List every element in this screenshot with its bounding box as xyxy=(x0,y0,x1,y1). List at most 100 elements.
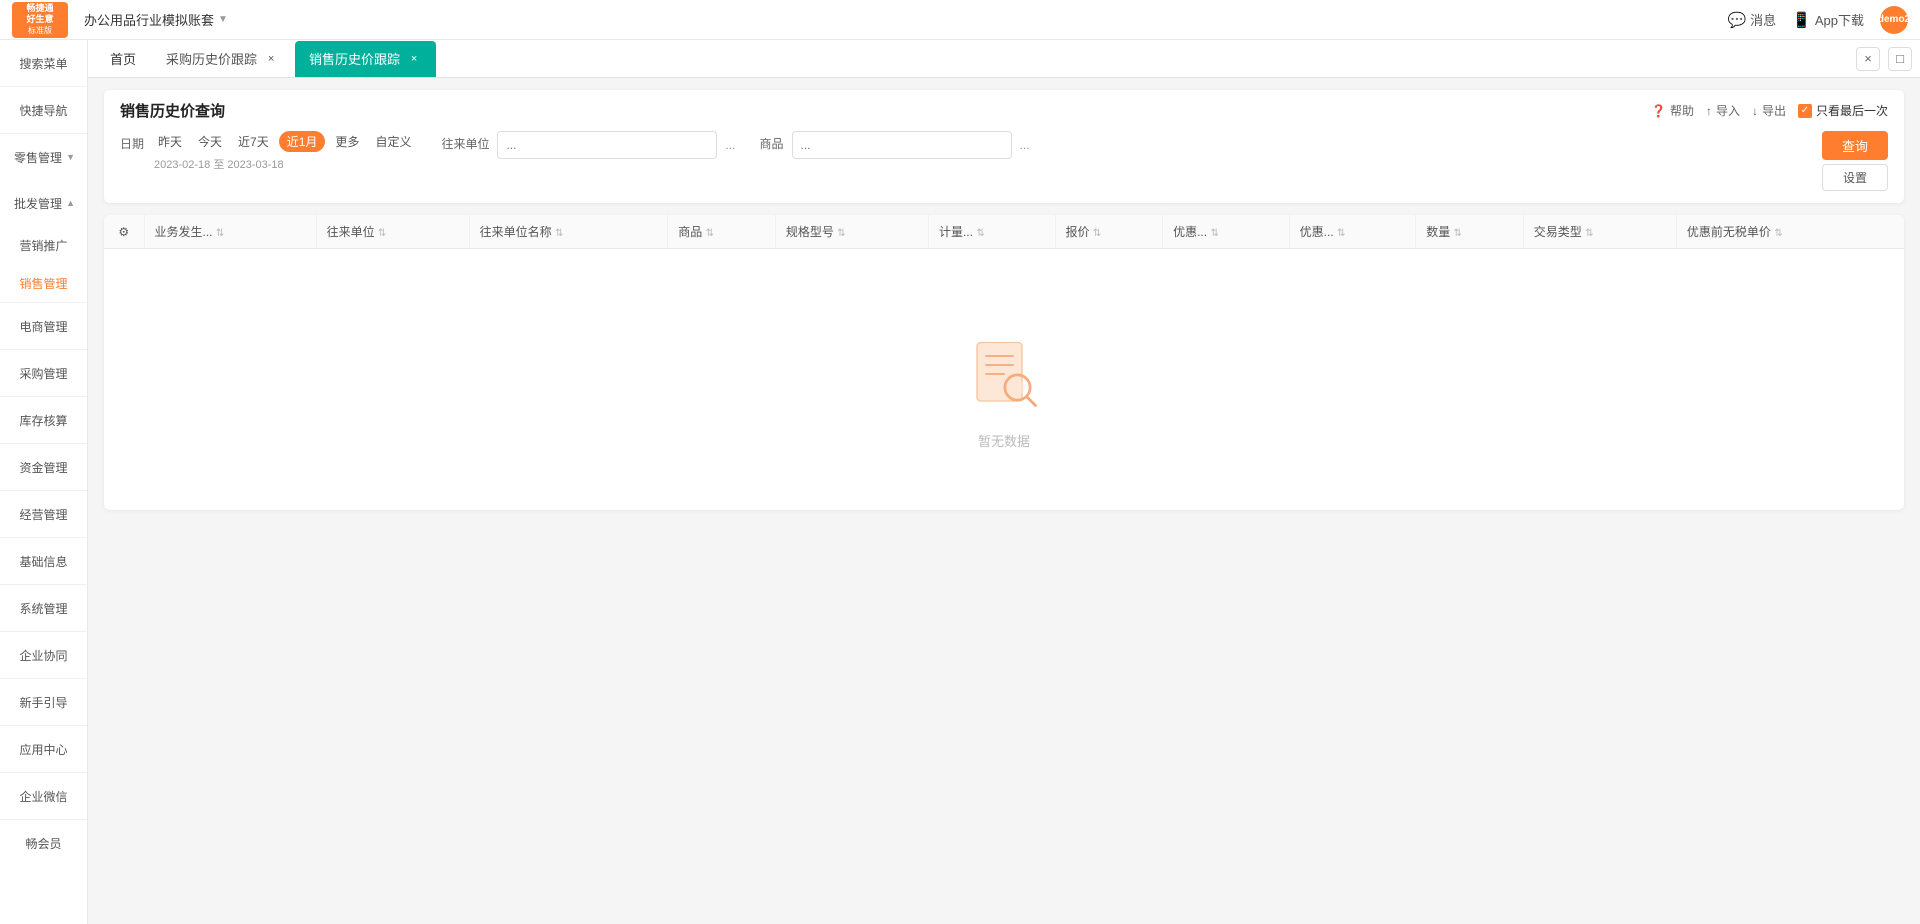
sidebar-item-basic-info[interactable]: 基础信息 xyxy=(0,538,87,584)
account-dropdown[interactable]: 办公用品行业模拟账套 ▼ xyxy=(76,6,236,33)
sort-icon-partner-code: ⇅ xyxy=(378,228,386,239)
sidebar-item-retail-mgmt[interactable]: 零售管理 ▼ xyxy=(0,134,87,180)
empty-state-row: 暂无数据 xyxy=(104,249,1904,511)
th-partner-code[interactable]: 往来单位 ⇅ xyxy=(316,215,469,249)
sidebar-item-system-mgmt[interactable]: 系统管理 xyxy=(0,585,87,631)
date-btn-1month[interactable]: 近1月 xyxy=(279,131,326,152)
sidebar-item-operations[interactable]: 经营管理 xyxy=(0,491,87,537)
only-last-checkbox[interactable]: ✓ 只看最后一次 xyxy=(1798,102,1888,119)
th-unit-label: 计量... xyxy=(939,225,973,239)
th-transaction-type[interactable]: 交易类型 ⇅ xyxy=(1523,215,1676,249)
sort-icon-transaction-type: ⇅ xyxy=(1585,228,1593,239)
th-unit[interactable]: 计量... ⇅ xyxy=(928,215,1055,249)
product-label: 商品 xyxy=(759,131,783,152)
window-maximize-button[interactable]: □ xyxy=(1888,47,1912,71)
account-name: 办公用品行业模拟账套 xyxy=(84,10,214,29)
sidebar-item-sales-mgmt[interactable]: 销售管理 xyxy=(0,264,87,302)
user-profile[interactable]: demo2 xyxy=(1880,6,1908,34)
sidebar-item-quick-nav[interactable]: 快捷导航 xyxy=(0,87,87,133)
query-button[interactable]: 查询 xyxy=(1822,131,1888,160)
th-settings[interactable]: ⚙ xyxy=(104,215,144,249)
sidebar-item-enterprise-wechat[interactable]: 企业微信 xyxy=(0,773,87,819)
th-pre-tax-price[interactable]: 优惠前无税单价 ⇅ xyxy=(1676,215,1904,249)
setting-button[interactable]: 设置 xyxy=(1822,164,1888,191)
inventory-label: 库存核算 xyxy=(19,412,67,429)
tab-sales-history[interactable]: 销售历史价跟踪 × xyxy=(295,41,436,77)
settings-icon: ⚙ xyxy=(118,225,129,239)
export-icon: ↓ xyxy=(1752,104,1758,118)
th-spec[interactable]: 规格型号 ⇅ xyxy=(775,215,928,249)
top-bar-actions: 💬 消息 📱 App下载 demo2 xyxy=(1727,6,1908,34)
th-discount-rate[interactable]: 优惠... ⇅ xyxy=(1163,215,1290,249)
tab-purchase-history-label: 采购历史价跟踪 xyxy=(166,49,257,68)
app-logo: 畅捷通 好生意 标准版 xyxy=(12,2,68,38)
sidebar-item-app-center[interactable]: 应用中心 xyxy=(0,726,87,772)
app-center-label: 应用中心 xyxy=(19,741,67,758)
empty-state: 暂无数据 xyxy=(104,249,1904,510)
th-transaction-type-label: 交易类型 xyxy=(1534,225,1582,239)
tab-sales-history-close[interactable]: × xyxy=(406,51,422,67)
sidebar-item-inventory[interactable]: 库存核算 xyxy=(0,397,87,443)
th-quantity[interactable]: 数量 ⇅ xyxy=(1416,215,1524,249)
sidebar-item-marketing[interactable]: 营销推广 xyxy=(0,226,87,264)
th-partner-name-label: 往来单位名称 xyxy=(480,225,552,239)
th-discount-amount[interactable]: 优惠... ⇅ xyxy=(1289,215,1416,249)
date-shortcuts: 昨天 今天 近7天 近1月 更多 自定义 xyxy=(152,131,417,152)
partner-input[interactable] xyxy=(497,131,717,159)
date-btn-more[interactable]: 更多 xyxy=(329,131,365,152)
th-business-date-label: 业务发生... xyxy=(155,225,213,239)
marketing-label: 营销推广 xyxy=(19,237,67,254)
window-close-button[interactable]: × xyxy=(1856,47,1880,71)
message-button[interactable]: 💬 消息 xyxy=(1727,10,1776,29)
import-button[interactable]: ↑ 导入 xyxy=(1706,102,1740,119)
tab-purchase-history[interactable]: 采购历史价跟踪 × xyxy=(152,41,293,77)
filter-row: 日期 昨天 今天 近7天 近1月 更多 自定义 2023-02-18 至 202… xyxy=(104,121,1904,203)
retail-mgmt-arrow: ▼ xyxy=(66,152,75,162)
help-button[interactable]: ❓ 帮助 xyxy=(1651,102,1694,119)
basic-info-label: 基础信息 xyxy=(19,553,67,570)
sidebar-item-search-menu[interactable]: 搜索菜单 xyxy=(0,40,87,86)
date-btn-custom[interactable]: 自定义 xyxy=(369,131,417,152)
enterprise-collab-label: 企业协同 xyxy=(19,647,67,664)
partner-more-icon: ... xyxy=(725,138,735,152)
th-product[interactable]: 商品 ⇅ xyxy=(668,215,776,249)
date-btn-today[interactable]: 今天 xyxy=(192,131,228,152)
tab-purchase-history-close[interactable]: × xyxy=(263,51,279,67)
message-icon: 💬 xyxy=(1727,11,1746,29)
dropdown-icon: ▼ xyxy=(218,14,228,25)
th-partner-code-label: 往来单位 xyxy=(327,225,375,239)
sidebar-item-finance[interactable]: 资金管理 xyxy=(0,444,87,490)
th-discount-rate-label: 优惠... xyxy=(1173,225,1207,239)
product-input[interactable] xyxy=(792,131,1012,159)
export-button[interactable]: ↓ 导出 xyxy=(1752,102,1786,119)
th-partner-name[interactable]: 往来单位名称 ⇅ xyxy=(469,215,668,249)
sidebar-item-purchase-mgmt[interactable]: 采购管理 xyxy=(0,350,87,396)
import-icon: ↑ xyxy=(1706,104,1712,118)
th-business-date[interactable]: 业务发生... ⇅ xyxy=(144,215,316,249)
th-quoted-price[interactable]: 报价 ⇅ xyxy=(1055,215,1163,249)
sidebar-item-wholesale-mgmt[interactable]: 批发管理 ▲ xyxy=(0,180,87,226)
product-filter: 商品 ... xyxy=(759,131,1029,159)
sidebar-item-ecommerce[interactable]: 电商管理 xyxy=(0,303,87,349)
tab-home[interactable]: 首页 xyxy=(96,41,150,77)
sidebar-item-vip-member[interactable]: 畅会员 xyxy=(0,820,87,866)
ecommerce-label: 电商管理 xyxy=(19,318,67,335)
vip-member-label: 畅会员 xyxy=(25,835,61,852)
page-content: 销售历史价查询 ❓ 帮助 ↑ 导入 ↓ 导出 xyxy=(88,78,1920,924)
search-menu-label: 搜索菜单 xyxy=(19,55,67,72)
sidebar-item-enterprise-collab[interactable]: 企业协同 xyxy=(0,632,87,678)
partner-label: 往来单位 xyxy=(441,131,489,152)
date-btn-yesterday[interactable]: 昨天 xyxy=(152,131,188,152)
sort-icon-quoted-price: ⇅ xyxy=(1093,228,1101,239)
sidebar-item-new-guide[interactable]: 新手引导 xyxy=(0,679,87,725)
app-download-button[interactable]: 📱 App下载 xyxy=(1792,10,1864,29)
top-bar: 畅捷通 好生意 标准版 办公用品行业模拟账套 ▼ 💬 消息 📱 App下载 de… xyxy=(0,0,1920,40)
partner-filter: 往来单位 ... xyxy=(441,131,735,159)
date-filter: 日期 昨天 今天 近7天 近1月 更多 自定义 2023-02-18 至 202… xyxy=(120,131,417,172)
data-table: ⚙ 业务发生... ⇅ 往来单位 ⇅ xyxy=(104,215,1904,510)
th-discount-amount-label: 优惠... xyxy=(1300,225,1334,239)
th-quoted-price-label: 报价 xyxy=(1066,225,1090,239)
date-btn-7days[interactable]: 近7天 xyxy=(232,131,275,152)
partner-input-group: ... xyxy=(497,131,735,159)
sort-icon-quantity: ⇅ xyxy=(1454,228,1462,239)
